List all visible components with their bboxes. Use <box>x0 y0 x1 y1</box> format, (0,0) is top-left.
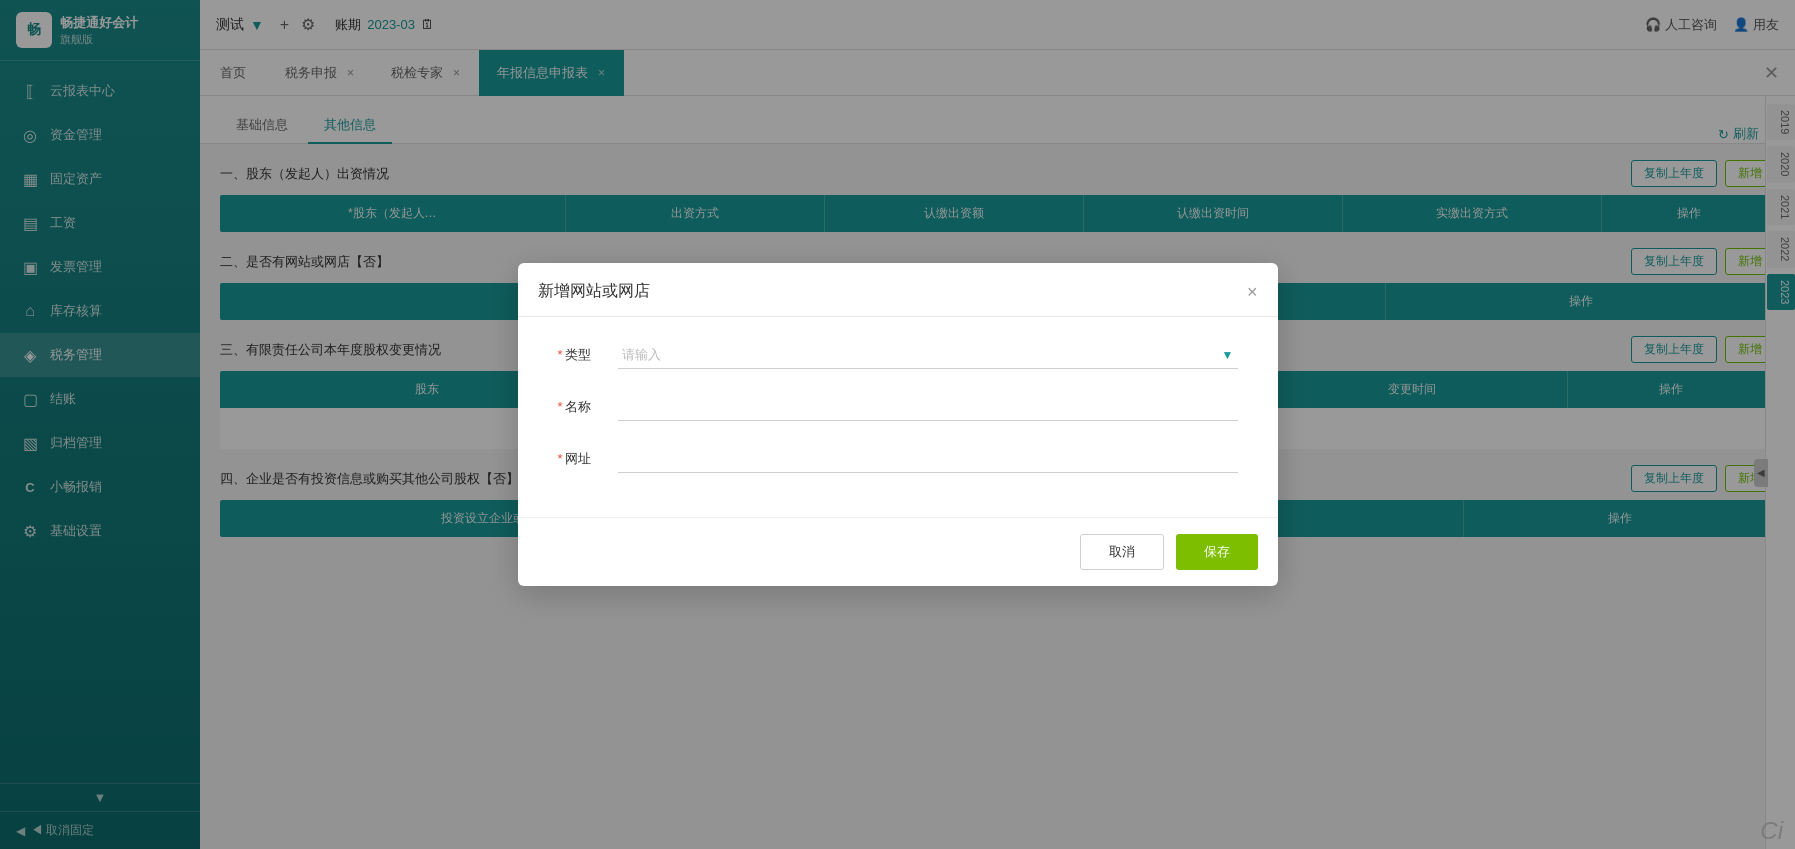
dialog-close-button[interactable]: × <box>1247 283 1258 301</box>
modal-overlay: 新增网站或网店 × *类型 ▼ *名称 <box>0 0 1795 849</box>
name-input[interactable] <box>618 393 1238 421</box>
cancel-button[interactable]: 取消 <box>1080 534 1164 570</box>
dialog-header: 新增网站或网店 × <box>518 263 1278 317</box>
type-input[interactable] <box>618 341 1238 369</box>
dialog-title: 新增网站或网店 <box>538 281 650 302</box>
name-label: *名称 <box>558 398 618 416</box>
type-label: *类型 <box>558 346 618 364</box>
dialog-footer: 取消 保存 <box>518 517 1278 586</box>
url-label: *网址 <box>558 450 618 468</box>
type-field-container: ▼ <box>618 341 1238 369</box>
url-field-container <box>618 445 1238 473</box>
dialog-body: *类型 ▼ *名称 *网址 <box>518 317 1278 517</box>
name-field-container <box>618 393 1238 421</box>
form-row-name: *名称 <box>558 393 1238 421</box>
url-input[interactable] <box>618 445 1238 473</box>
save-button[interactable]: 保存 <box>1176 534 1258 570</box>
add-website-dialog: 新增网站或网店 × *类型 ▼ *名称 <box>518 263 1278 586</box>
form-row-type: *类型 ▼ <box>558 341 1238 369</box>
form-row-url: *网址 <box>558 445 1238 473</box>
